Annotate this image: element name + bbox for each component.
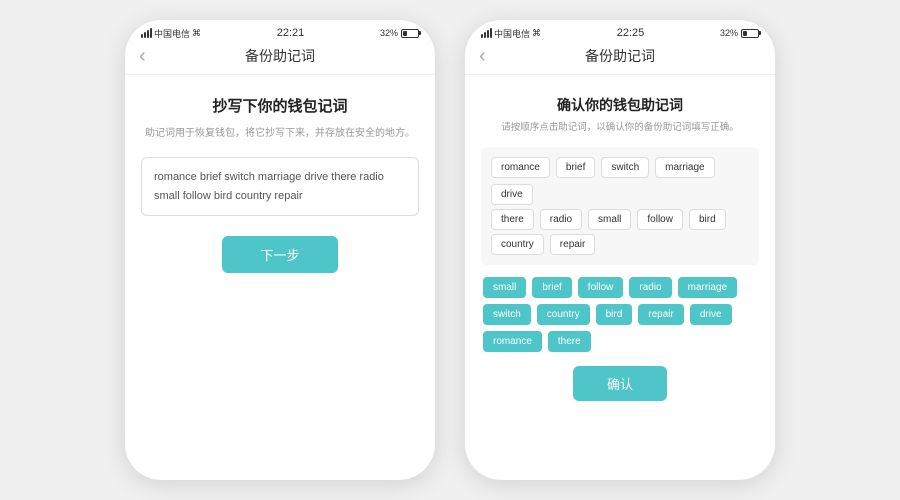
status-left-2: 中国电信 ⌘ xyxy=(481,27,541,40)
chip-there[interactable]: there xyxy=(491,209,534,230)
pool-follow[interactable]: follow xyxy=(578,277,624,298)
pool-brief[interactable]: brief xyxy=(532,277,571,298)
battery-pct-1: 32% xyxy=(380,28,398,38)
back-button-2[interactable]: ‹ xyxy=(479,46,486,66)
chip-brief[interactable]: brief xyxy=(556,157,595,178)
status-right-1: 32% xyxy=(380,28,419,38)
battery-icon-1 xyxy=(401,29,419,38)
word-row-3: country repair xyxy=(491,234,749,255)
pool-small[interactable]: small xyxy=(483,277,526,298)
chip-bird[interactable]: bird xyxy=(689,209,726,230)
word-row-1: romance brief switch marriage drive xyxy=(491,157,749,205)
nav-title-2: 备份助记词 xyxy=(585,46,655,66)
chip-drive[interactable]: drive xyxy=(491,184,533,205)
pool-radio[interactable]: radio xyxy=(629,277,671,298)
chip-follow[interactable]: follow xyxy=(637,209,683,230)
confirm-desc: 请按顺序点击助记词，以确认你的备份助记词填写正确。 xyxy=(481,121,759,135)
phone-1: 中国电信 ⌘ 22:21 32% ‹ 备份助记词 抄写下你的钱包记词 助记词用于… xyxy=(125,20,435,480)
carrier-1: 中国电信 xyxy=(154,27,190,40)
signal-icon-1 xyxy=(141,28,152,38)
word-row-2: there radio small follow bird xyxy=(491,209,749,230)
pool-bird[interactable]: bird xyxy=(596,304,633,325)
screen-content-1: 抄写下你的钱包记词 助记词用于恢复钱包，将它抄写下来，并存放在安全的地方。 ro… xyxy=(125,75,435,480)
confirm-button[interactable]: 确认 xyxy=(573,366,667,401)
chip-switch[interactable]: switch xyxy=(601,157,649,178)
confirm-title: 确认你的钱包助记词 xyxy=(481,95,759,115)
wifi-icon-2: ⌘ xyxy=(532,28,541,39)
pool-romance[interactable]: romance xyxy=(483,331,542,352)
pool-there[interactable]: there xyxy=(548,331,591,352)
back-button-1[interactable]: ‹ xyxy=(139,46,146,66)
phone-2: 中国电信 ⌘ 22:25 32% ‹ 备份助记词 确认你的钱包助记词 请按顺序点… xyxy=(465,20,775,480)
chip-marriage[interactable]: marriage xyxy=(655,157,714,178)
wifi-icon-1: ⌘ xyxy=(192,28,201,39)
word-pool: small brief follow radio marriage switch… xyxy=(481,277,759,352)
chip-radio[interactable]: radio xyxy=(540,209,582,230)
mnemonic-box: romance brief switch marriage drive ther… xyxy=(141,157,419,216)
pool-repair[interactable]: repair xyxy=(638,304,684,325)
time-1: 22:21 xyxy=(277,27,305,39)
chip-repair[interactable]: repair xyxy=(550,234,596,255)
nav-bar-2: ‹ 备份助记词 xyxy=(465,42,775,75)
battery-pct-2: 32% xyxy=(720,28,738,38)
nav-bar-1: ‹ 备份助记词 xyxy=(125,42,435,75)
chip-country[interactable]: country xyxy=(491,234,544,255)
pool-switch[interactable]: switch xyxy=(483,304,531,325)
screen-content-2: 确认你的钱包助记词 请按顺序点击助记词，以确认你的备份助记词填写正确。 roma… xyxy=(465,75,775,480)
section-title-1: 抄写下你的钱包记词 xyxy=(141,95,419,116)
status-left-1: 中国电信 ⌘ xyxy=(141,27,201,40)
pool-marriage[interactable]: marriage xyxy=(678,277,737,298)
word-grid-box: romance brief switch marriage drive ther… xyxy=(481,147,759,265)
carrier-2: 中国电信 xyxy=(494,27,530,40)
nav-title-1: 备份助记词 xyxy=(245,46,315,66)
pool-country[interactable]: country xyxy=(537,304,590,325)
section-desc-1: 助记词用于恢复钱包，将它抄写下来，并存放在安全的地方。 xyxy=(141,126,419,141)
chip-small[interactable]: small xyxy=(588,209,631,230)
status-bar-2: 中国电信 ⌘ 22:25 32% xyxy=(465,20,775,42)
next-button[interactable]: 下一步 xyxy=(222,236,337,273)
battery-icon-2 xyxy=(741,29,759,38)
chip-romance[interactable]: romance xyxy=(491,157,550,178)
status-right-2: 32% xyxy=(720,28,759,38)
time-2: 22:25 xyxy=(617,27,645,39)
status-bar-1: 中国电信 ⌘ 22:21 32% xyxy=(125,20,435,42)
scene: 中国电信 ⌘ 22:21 32% ‹ 备份助记词 抄写下你的钱包记词 助记词用于… xyxy=(0,0,900,500)
signal-icon-2 xyxy=(481,28,492,38)
pool-drive[interactable]: drive xyxy=(690,304,732,325)
